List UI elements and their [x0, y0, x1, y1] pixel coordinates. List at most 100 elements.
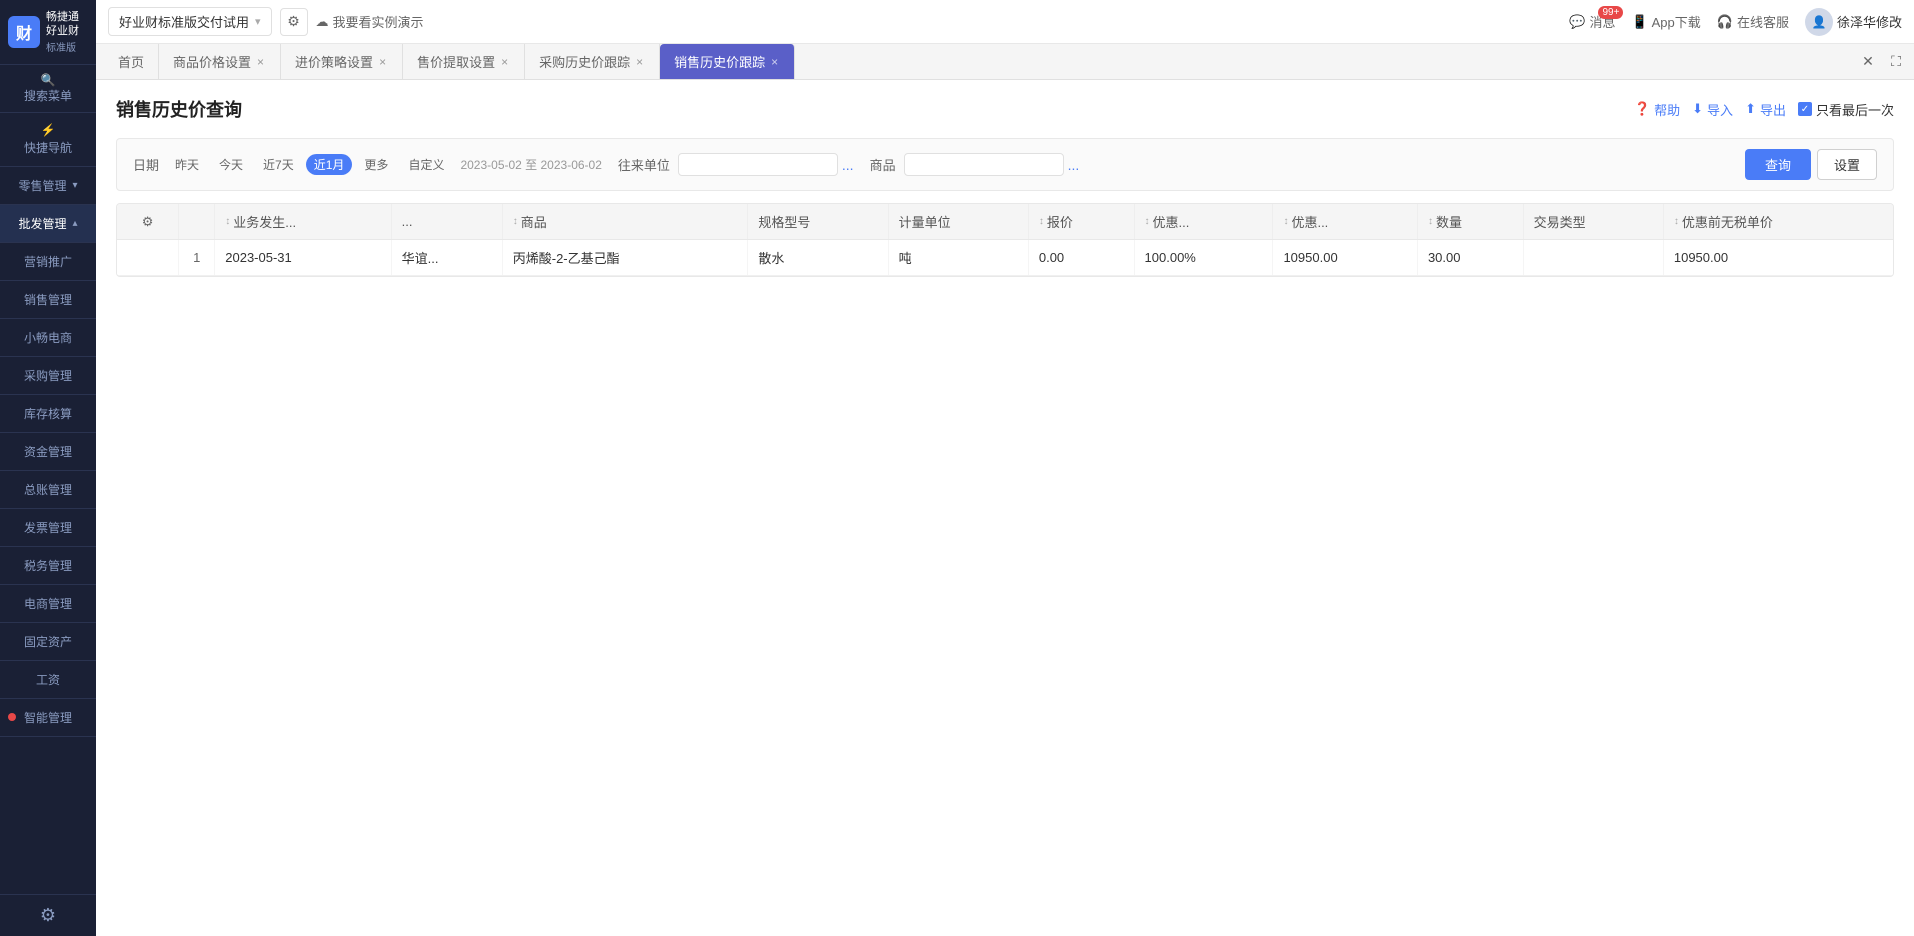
col-unit: 计量单位 — [888, 204, 1028, 240]
col-discount-rate-sort-icon[interactable]: ↕ — [1145, 216, 1150, 227]
tab-price-extract-close[interactable]: × — [499, 55, 510, 69]
sidebar-item-finance[interactable]: 资金管理 — [0, 433, 96, 471]
wholesale-label: 批发管理 — [18, 215, 66, 232]
col-spec-label: 规格型号 — [758, 212, 810, 231]
sidebar-item-marketing[interactable]: 营销推广 — [0, 243, 96, 281]
tab-price[interactable]: 商品价格设置 × — [159, 44, 281, 79]
sidebar-item-inventory[interactable]: 库存核算 — [0, 395, 96, 433]
sidebar-item-ecommerce[interactable]: 电商管理 — [0, 585, 96, 623]
tab-price-extract[interactable]: 售价提取设置 × — [403, 44, 525, 79]
tab-purchase-history-close[interactable]: × — [634, 55, 645, 69]
date-btn-1month[interactable]: 近1月 — [306, 154, 353, 175]
tab-sales-history[interactable]: 销售历史价跟踪 × — [660, 44, 795, 79]
sidebar-item-quick-nav[interactable]: ⚡ 快捷导航 — [0, 113, 96, 167]
col-pretax-price-sort-icon[interactable]: ↕ — [1674, 216, 1679, 227]
col-settings[interactable]: ⚙ — [117, 204, 179, 240]
source-input[interactable] — [678, 153, 838, 176]
online-service-button[interactable]: 🎧 在线客服 — [1717, 12, 1789, 31]
demo-link[interactable]: ☁ 我要看实例演示 — [316, 12, 424, 31]
tab-purchase-strategy-label: 进价策略设置 — [295, 52, 373, 71]
goods-filter-group: 商品 ... — [870, 153, 1080, 176]
sidebar-item-fixed-assets[interactable]: 固定资产 — [0, 623, 96, 661]
col-transaction-type-label: 交易类型 — [1534, 212, 1586, 231]
sidebar-item-general-ledger[interactable]: 总账管理 — [0, 471, 96, 509]
only-last-checkbox[interactable]: ✓ 只看最后一次 — [1798, 100, 1894, 119]
sidebar-item-sales[interactable]: 销售管理 — [0, 281, 96, 319]
sidebar-item-ecommerce-small[interactable]: 小畅电商 — [0, 319, 96, 357]
row-discount-rate-cell: 100.00% — [1134, 240, 1273, 276]
sidebar-item-payroll[interactable]: 工资 — [0, 661, 96, 699]
sidebar-item-retail[interactable]: 零售管理 ▾ — [0, 167, 96, 205]
date-filter-group: 日期 昨天 今天 近7天 近1月 更多 自定义 2023-05-02 至 202… — [133, 154, 602, 175]
tab-sales-history-close[interactable]: × — [769, 55, 780, 69]
col-business-date-sort-icon[interactable]: ↕ — [225, 216, 230, 227]
date-btn-more[interactable]: 更多 — [356, 154, 396, 175]
row-business-date-cell: 2023-05-31 — [215, 240, 391, 276]
message-icon: 💬 — [1569, 14, 1585, 30]
message-button[interactable]: 💬 消息 99+ — [1569, 12, 1615, 31]
tab-purchase-history[interactable]: 采购历史价跟踪 × — [525, 44, 660, 79]
date-btn-today[interactable]: 今天 — [211, 154, 251, 175]
goods-ellipsis-button[interactable]: ... — [1068, 157, 1080, 173]
tab-purchase-strategy[interactable]: 进价策略设置 × — [281, 44, 403, 79]
app-download-label: App下载 — [1652, 12, 1701, 31]
help-link[interactable]: ❓ 帮助 — [1634, 100, 1680, 119]
table-row[interactable]: 1 2023-05-31 华谊... 丙烯酸-2-乙基己酯 散水 吨 0.00 … — [117, 240, 1893, 276]
date-btn-custom[interactable]: 自定义 — [400, 154, 452, 175]
source-ellipsis-button[interactable]: ... — [842, 157, 854, 173]
col-transaction-type: 交易类型 — [1523, 204, 1663, 240]
smart-label: 智能管理 — [24, 709, 72, 726]
settings-button[interactable]: 设置 — [1817, 149, 1877, 180]
filter-action-buttons: 查询 设置 — [1745, 149, 1877, 180]
row-discount-price-cell: 10950.00 — [1273, 240, 1418, 276]
tab-purchase-history-label: 采购历史价跟踪 — [539, 52, 630, 71]
import-link[interactable]: ⬇ 导入 — [1692, 100, 1733, 119]
purchase-label: 采购管理 — [24, 367, 72, 384]
date-btn-yesterday[interactable]: 昨天 — [167, 154, 207, 175]
sidebar-item-purchase[interactable]: 采购管理 — [0, 357, 96, 395]
date-filter-label: 日期 — [133, 155, 159, 174]
query-button[interactable]: 查询 — [1745, 149, 1811, 180]
user-name: 徐泽华修改 — [1837, 12, 1902, 31]
sidebar-settings-button[interactable]: ⚙ — [0, 894, 96, 936]
tab-bar: 首页 商品价格设置 × 进价策略设置 × 售价提取设置 × 采购历史价跟踪 × … — [96, 44, 1914, 80]
sidebar-item-invoice[interactable]: 发票管理 — [0, 509, 96, 547]
logo-subtitle: 标准版 — [46, 39, 88, 54]
invoice-label: 发票管理 — [24, 519, 72, 536]
app-download-button[interactable]: 📱 App下载 — [1631, 12, 1700, 31]
col-qty-sort-icon[interactable]: ↕ — [1428, 216, 1433, 227]
window-maximize-button[interactable]: ⛶ — [1886, 52, 1906, 72]
goods-filter-label: 商品 — [870, 155, 896, 174]
col-goods-sort-icon[interactable]: ↕ — [513, 216, 518, 227]
topbar-settings-button[interactable]: ⚙ — [280, 8, 308, 36]
export-icon: ⬆ — [1745, 101, 1756, 117]
filter-bar: 日期 昨天 今天 近7天 近1月 更多 自定义 2023-05-02 至 202… — [116, 138, 1894, 191]
tab-home[interactable]: 首页 — [104, 44, 159, 79]
tab-price-close[interactable]: × — [255, 55, 266, 69]
marketing-label: 营销推广 — [24, 253, 72, 270]
page-actions: ❓ 帮助 ⬇ 导入 ⬆ 导出 ✓ 只看最后一次 — [1634, 100, 1894, 119]
col-pretax-price: ↕ 优惠前无税单价 — [1663, 204, 1893, 240]
tab-purchase-strategy-close[interactable]: × — [377, 55, 388, 69]
online-service-label: 在线客服 — [1737, 12, 1789, 31]
col-price-sort-icon[interactable]: ↕ — [1039, 216, 1044, 227]
goods-input[interactable] — [904, 153, 1064, 176]
finance-label: 资金管理 — [24, 443, 72, 460]
page-title: 销售历史价查询 — [116, 96, 242, 122]
sidebar-search[interactable]: 🔍 搜索菜单 — [0, 65, 96, 113]
export-link[interactable]: ⬆ 导出 — [1745, 100, 1786, 119]
window-close-button[interactable]: ✕ — [1858, 52, 1878, 72]
user-avatar: 👤 — [1805, 8, 1833, 36]
col-discount-price-sort-icon[interactable]: ↕ — [1283, 216, 1288, 227]
fixed-assets-label: 固定资产 — [24, 633, 72, 650]
col-more: ... — [391, 204, 502, 240]
source-filter-label: 往来单位 — [618, 155, 670, 174]
col-discount-rate-label: 优惠... — [1153, 212, 1190, 231]
version-selector[interactable]: 好业财标准版交付试用 ▾ — [108, 7, 272, 36]
date-btn-7days[interactable]: 近7天 — [255, 154, 302, 175]
user-menu[interactable]: 👤 徐泽华修改 — [1805, 8, 1902, 36]
sidebar-item-smart[interactable]: 智能管理 — [0, 699, 96, 737]
sidebar-item-wholesale[interactable]: 批发管理 ▴ — [0, 205, 96, 243]
sidebar-item-tax[interactable]: 税务管理 — [0, 547, 96, 585]
col-business-date-label: 业务发生... — [233, 212, 296, 231]
